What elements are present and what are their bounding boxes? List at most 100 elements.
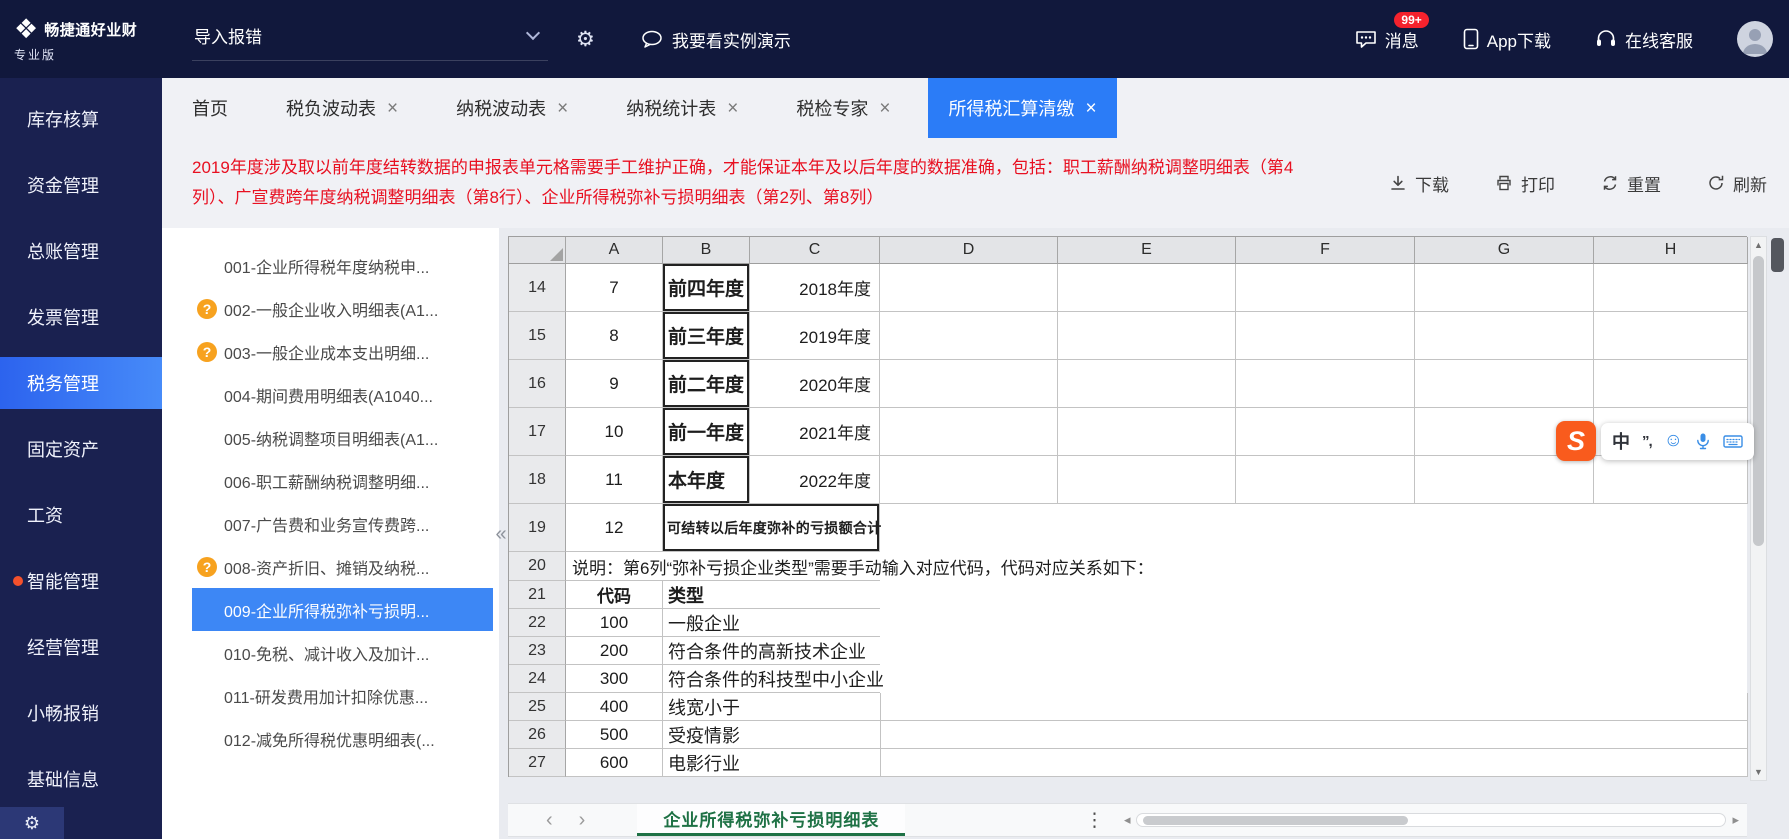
cell-code-600[interactable]: 600 bbox=[566, 749, 663, 777]
close-icon[interactable]: × bbox=[727, 99, 738, 118]
row-header-22[interactable]: 22 bbox=[509, 609, 566, 637]
cell-b18[interactable]: 本年度 bbox=[663, 456, 750, 504]
cell-a17[interactable]: 10 bbox=[566, 408, 663, 456]
row-header-27[interactable]: 27 bbox=[509, 749, 566, 777]
cell-e17[interactable] bbox=[1058, 408, 1236, 456]
row-header-18[interactable]: 18 bbox=[509, 456, 566, 504]
cell-h15[interactable] bbox=[1594, 312, 1748, 360]
sidebar-item-funds[interactable]: 资金管理 bbox=[0, 159, 162, 211]
cell-f18[interactable] bbox=[1236, 456, 1415, 504]
sidebar-item-payroll[interactable]: 工资 bbox=[0, 489, 162, 541]
cell-d15[interactable] bbox=[880, 312, 1058, 360]
cell-c18[interactable]: 2022年度 bbox=[750, 456, 880, 504]
cell-f17[interactable] bbox=[1236, 408, 1415, 456]
column-header-D[interactable]: D bbox=[880, 237, 1058, 264]
cell-a19[interactable]: 12 bbox=[566, 504, 663, 552]
sidebar-item-reimburse[interactable]: 小畅报销 bbox=[0, 687, 162, 739]
cell-f14[interactable] bbox=[1236, 264, 1415, 312]
report-list-item[interactable]: 005-纳税调整项目明细表(A1... bbox=[192, 416, 493, 459]
cell-d14[interactable] bbox=[880, 264, 1058, 312]
cell-wide-27[interactable] bbox=[880, 749, 1748, 777]
report-list-item[interactable]: ? 002-一般企业收入明细表(A1... bbox=[192, 287, 493, 330]
cell-type-header[interactable]: 类型 bbox=[663, 581, 880, 609]
cell-code-header[interactable]: 代码 bbox=[566, 581, 663, 609]
row-header-24[interactable]: 24 bbox=[509, 665, 566, 693]
sidebar-item-inventory[interactable]: 库存核算 bbox=[0, 93, 162, 145]
cell-code-300[interactable]: 300 bbox=[566, 665, 663, 693]
close-icon[interactable]: × bbox=[879, 99, 890, 118]
help-icon[interactable]: ? bbox=[197, 298, 217, 319]
tab-tax-fluctuation[interactable]: 纳税波动表 × bbox=[436, 78, 588, 138]
reset-button[interactable]: 重置 bbox=[1601, 171, 1661, 196]
column-header-C[interactable]: C bbox=[750, 237, 880, 264]
hscroll-left-icon[interactable]: ◂ bbox=[1124, 812, 1131, 828]
tab-home[interactable]: 首页 bbox=[172, 78, 248, 138]
select-all-corner[interactable] bbox=[509, 237, 566, 264]
hscroll-right-icon[interactable]: ▸ bbox=[1732, 812, 1739, 828]
report-list-item[interactable]: 012-减免所得税优惠明细表(... bbox=[192, 717, 493, 760]
tab-tax-expert[interactable]: 税检专家 × bbox=[776, 78, 910, 138]
cell-type-500[interactable]: 受疫情影 bbox=[663, 721, 880, 749]
column-header-B[interactable]: B bbox=[663, 237, 750, 264]
vertical-scroll-thumb[interactable] bbox=[1753, 256, 1764, 546]
cell-type-200[interactable]: 符合条件的高新技术企业 bbox=[663, 637, 880, 665]
cell-b14[interactable]: 前四年度 bbox=[663, 264, 750, 312]
column-header-A[interactable]: A bbox=[566, 237, 663, 264]
cell-e16[interactable] bbox=[1058, 360, 1236, 408]
report-list-item[interactable]: ? 003-一般企业成本支出明细... bbox=[192, 330, 493, 373]
sidebar-item-general-ledger[interactable]: 总账管理 bbox=[0, 225, 162, 277]
report-list-item[interactable]: 010-免税、减计收入及加计... bbox=[192, 631, 493, 674]
cell-wide-25[interactable] bbox=[880, 693, 1748, 721]
report-list-item[interactable]: 004-期间费用明细表(A1040... bbox=[192, 373, 493, 416]
report-list-item[interactable]: 011-研发费用加计扣除优惠... bbox=[192, 674, 493, 717]
sidebar-item-smart[interactable]: 智能管理 bbox=[0, 555, 162, 607]
cell-type-300[interactable]: 符合条件的科技型中小企业 bbox=[663, 665, 884, 693]
sidebar-item-fixed-assets[interactable]: 固定资产 bbox=[0, 423, 162, 475]
cell-type-400[interactable]: 线宽小于 bbox=[663, 693, 880, 721]
scroll-down-icon[interactable]: ▼ bbox=[1751, 764, 1766, 780]
horizontal-scrollbar[interactable] bbox=[1136, 813, 1727, 827]
cell-e15[interactable] bbox=[1058, 312, 1236, 360]
cell-code-400[interactable]: 400 bbox=[566, 693, 663, 721]
sheet-next-icon[interactable]: › bbox=[579, 809, 586, 832]
cell-e18[interactable] bbox=[1058, 456, 1236, 504]
cell-a16[interactable]: 9 bbox=[566, 360, 663, 408]
cell-h16[interactable] bbox=[1594, 360, 1748, 408]
cell-total-label[interactable]: 可结转以后年度弥补的亏损额合计 bbox=[663, 504, 881, 552]
cell-wide-26[interactable] bbox=[880, 721, 1748, 749]
cell-g15[interactable] bbox=[1415, 312, 1594, 360]
cell-type-100[interactable]: 一般企业 bbox=[663, 609, 880, 637]
row-header-14[interactable]: 14 bbox=[509, 264, 566, 312]
download-button[interactable]: 下载 bbox=[1389, 171, 1449, 196]
cell-type-600[interactable]: 电影行业 bbox=[663, 749, 880, 777]
sidebar-gear-icon[interactable]: ⚙ bbox=[24, 813, 40, 834]
cell-code-200[interactable]: 200 bbox=[566, 637, 663, 665]
cell-a18[interactable]: 11 bbox=[566, 456, 663, 504]
ime-emoji-icon[interactable]: ☺ bbox=[1664, 430, 1683, 452]
column-header-H[interactable]: H bbox=[1594, 237, 1748, 264]
row-header-21[interactable]: 21 bbox=[509, 581, 566, 609]
row-header-17[interactable]: 17 bbox=[509, 408, 566, 456]
sidebar-item-tax[interactable]: 税务管理 bbox=[0, 357, 162, 409]
print-button[interactable]: 打印 bbox=[1495, 171, 1555, 196]
messages-button[interactable]: 消息 99+ bbox=[1355, 11, 1429, 52]
row-header-15[interactable]: 15 bbox=[509, 312, 566, 360]
report-list-item[interactable]: ? 008-资产折旧、摊销及纳税... bbox=[192, 545, 493, 588]
tab-tax-statistics[interactable]: 纳税统计表 × bbox=[606, 78, 758, 138]
cell-g16[interactable] bbox=[1415, 360, 1594, 408]
horizontal-scroll-thumb[interactable] bbox=[1143, 815, 1409, 825]
sheet-prev-icon[interactable]: ‹ bbox=[546, 809, 553, 832]
row-header-20[interactable]: 20 bbox=[509, 552, 566, 581]
cell-a15[interactable]: 8 bbox=[566, 312, 663, 360]
panel-edge-handle[interactable] bbox=[1771, 238, 1784, 272]
report-list-item[interactable]: 007-广告费和业务宣传费跨... bbox=[192, 502, 493, 545]
cell-d16[interactable] bbox=[880, 360, 1058, 408]
help-icon[interactable]: ? bbox=[197, 341, 217, 362]
sidebar-item-base-info[interactable]: 基础信息 bbox=[0, 753, 162, 805]
cell-c17[interactable]: 2021年度 bbox=[750, 408, 880, 456]
tab-income-tax-settlement[interactable]: 所得税汇算清缴 × bbox=[928, 78, 1117, 138]
cell-h14[interactable] bbox=[1594, 264, 1748, 312]
cell-note[interactable]: 说明：第6列“弥补亏损企业类型”需要手动输入对应代码，代码对应关系如下： bbox=[566, 552, 1154, 581]
online-service-button[interactable]: 在线客服 bbox=[1595, 27, 1693, 52]
cell-f16[interactable] bbox=[1236, 360, 1415, 408]
